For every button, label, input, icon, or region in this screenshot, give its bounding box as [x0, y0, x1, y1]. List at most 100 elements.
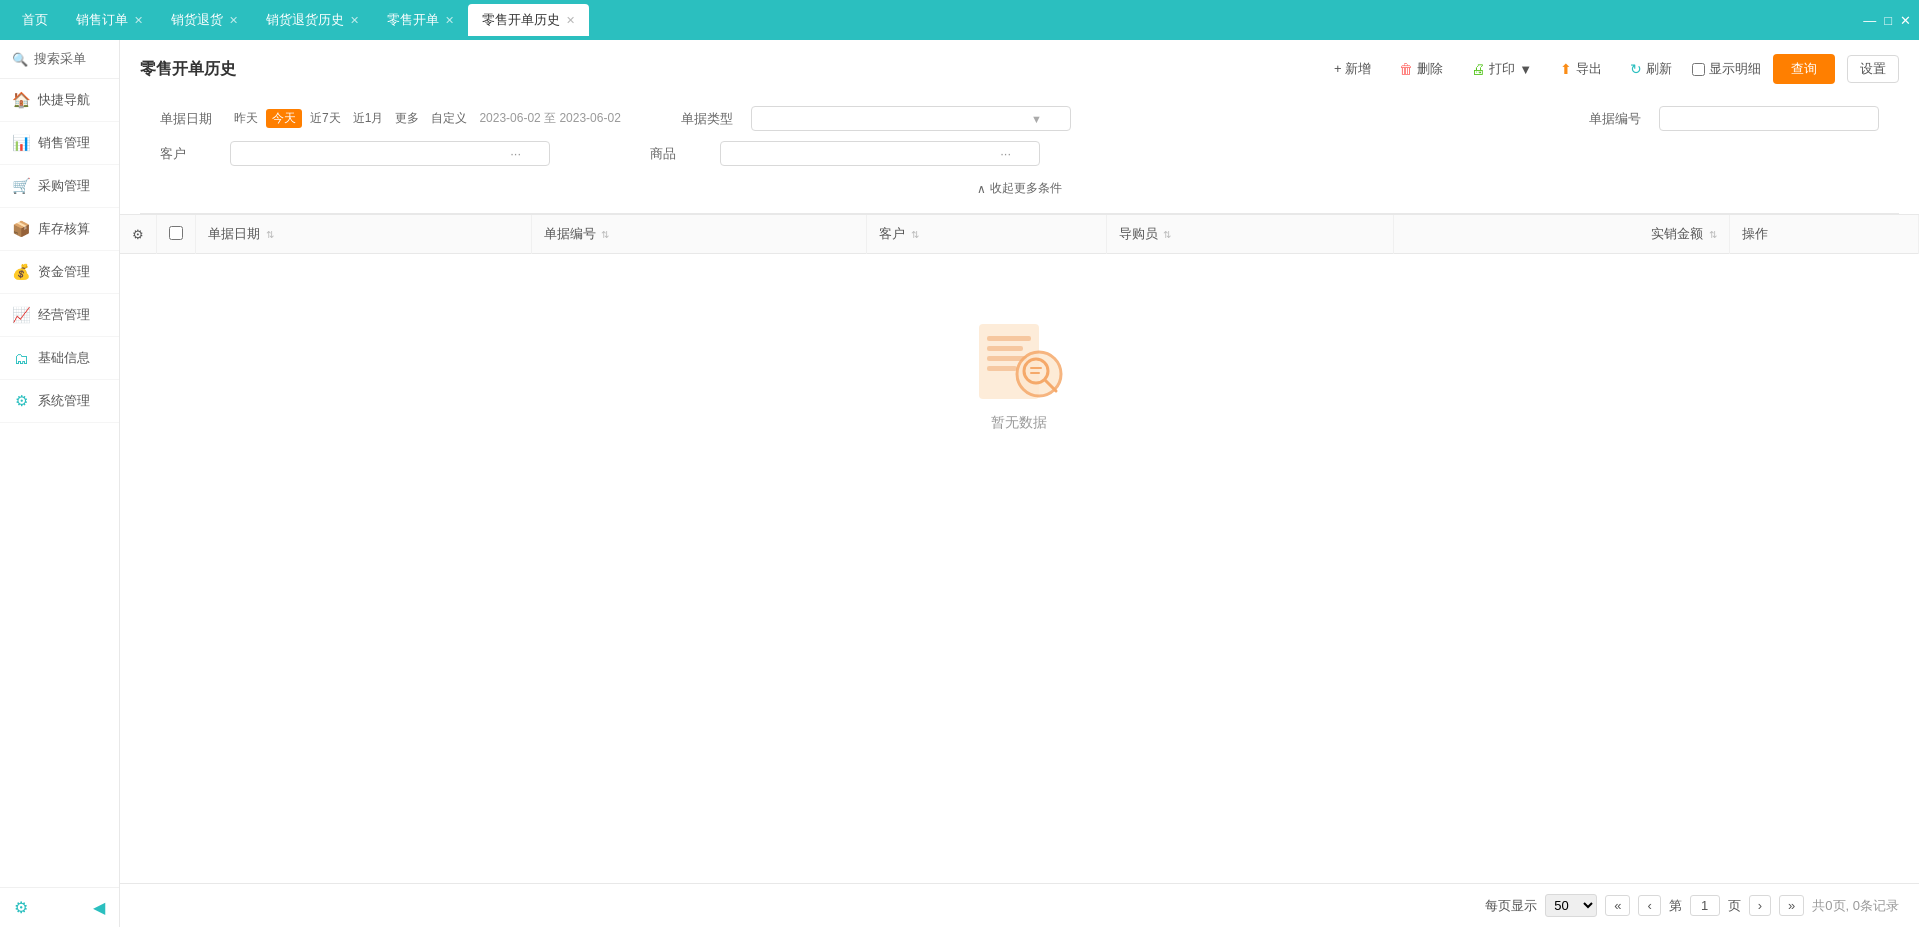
per-page-select[interactable]: 50 10 20 100	[1545, 894, 1597, 917]
shortcut-yesterday[interactable]: 昨天	[230, 109, 262, 128]
current-page: 1	[1690, 895, 1720, 916]
minimize-btn[interactable]: —	[1863, 13, 1876, 28]
empty-row: 暂无数据	[120, 254, 1919, 493]
cart-icon: 🛒	[12, 177, 30, 195]
tab-close-retail-open[interactable]: ✕	[445, 14, 454, 27]
print-icon: 🖨	[1471, 61, 1485, 77]
empty-text: 暂无数据	[991, 414, 1047, 432]
goods-select[interactable]: ···	[720, 141, 1040, 166]
home-icon: 🏠	[12, 91, 30, 109]
last-page-btn[interactable]: »	[1779, 895, 1804, 916]
setting-button[interactable]: 设置	[1847, 55, 1899, 83]
sort-salesperson-icon: ⇅	[1163, 229, 1171, 240]
page-label: 页	[1728, 897, 1741, 915]
refresh-button[interactable]: ↻ 刷新	[1622, 56, 1680, 82]
date-range: 2023-06-02 至 2023-06-02	[479, 110, 620, 127]
doc-type-select[interactable]: ▼	[751, 106, 1071, 131]
sidebar-item-base-info[interactable]: 🗂 基础信息	[0, 337, 119, 380]
chart-icon: 📊	[12, 134, 30, 152]
tab-close-retail-open-history[interactable]: ✕	[566, 14, 575, 27]
tab-sales-return-history[interactable]: 销货退货历史 ✕	[252, 4, 373, 36]
th-date[interactable]: 单据日期 ⇅	[196, 215, 532, 254]
gear-icon: ⚙	[12, 392, 30, 410]
shortcut-custom[interactable]: 自定义	[427, 109, 471, 128]
folder-icon: 🗂	[12, 350, 30, 367]
trending-icon: 📈	[12, 306, 30, 324]
shortcut-today[interactable]: 今天	[266, 109, 302, 128]
shortcut-last7[interactable]: 近7天	[306, 109, 345, 128]
tab-bar: 首页 销售订单 ✕ 销货退货 ✕ 销货退货历史 ✕ 零售开单 ✕ 零售开单历史 …	[0, 0, 1919, 40]
th-amount[interactable]: 实销金额 ⇅	[1394, 215, 1730, 254]
customer-ellipsis: ···	[510, 146, 521, 161]
doc-type-label: 单据类型	[681, 110, 751, 128]
table-header-row: ⚙ 单据日期 ⇅ 单据编号 ⇅	[120, 215, 1919, 254]
tab-close-sales-return-history[interactable]: ✕	[350, 14, 359, 27]
settings-bottom-icon[interactable]: ⚙	[14, 898, 28, 917]
tab-sales-order[interactable]: 销售订单 ✕	[62, 4, 157, 36]
doc-no-label: 单据编号	[1589, 110, 1659, 128]
sidebar-item-inventory[interactable]: 📦 库存核算	[0, 208, 119, 251]
export-button[interactable]: ⬆ 导出	[1552, 56, 1610, 82]
display-detail-checkbox[interactable]: 显示明细	[1692, 60, 1761, 78]
collapse-button[interactable]: ∧ 收起更多条件	[977, 180, 1062, 197]
th-settings[interactable]: ⚙	[120, 215, 157, 254]
sidebar-bottom: ⚙ ◀	[0, 887, 119, 927]
refresh-icon: ↻	[1630, 61, 1642, 77]
first-page-btn[interactable]: «	[1605, 895, 1630, 916]
delete-button[interactable]: 🗑 删除	[1391, 56, 1451, 82]
tab-sales-return[interactable]: 销货退货 ✕	[157, 4, 252, 36]
sort-amount-icon: ⇅	[1709, 229, 1717, 240]
page-title: 零售开单历史	[140, 59, 236, 80]
select-all-checkbox[interactable]	[169, 226, 183, 240]
sort-no-icon: ⇅	[601, 229, 609, 240]
filter-row-date: 单据日期 昨天 今天 近7天 近1月 更多 自定义 2023-06-02 至 2…	[160, 106, 1879, 131]
empty-state: 暂无数据	[120, 254, 1919, 492]
toolbar: + 新增 🗑 删除 🖨 打印 ▼ ⬆ 导出	[1326, 54, 1899, 84]
close-btn[interactable]: ✕	[1900, 13, 1911, 28]
th-customer[interactable]: 客户 ⇅	[867, 215, 1106, 254]
shortcut-more[interactable]: 更多	[391, 109, 423, 128]
maximize-btn[interactable]: □	[1884, 13, 1892, 28]
collapse-sidebar-icon[interactable]: ◀	[93, 898, 105, 917]
tab-home[interactable]: 首页	[8, 4, 62, 36]
th-no[interactable]: 单据编号 ⇅	[531, 215, 867, 254]
tab-retail-open[interactable]: 零售开单 ✕	[373, 4, 468, 36]
empty-illustration	[959, 314, 1079, 414]
chevron-down-icon: ▼	[1031, 113, 1042, 125]
sidebar-search[interactable]: 🔍 搜索采单	[0, 40, 119, 79]
filter-row-customer: 客户 ··· 商品 ···	[160, 141, 1879, 166]
table-settings-icon[interactable]: ⚙	[132, 227, 144, 242]
content-area: 零售开单历史 + 新增 🗑 删除 🖨 打印 ▼ ⬆	[120, 40, 1919, 927]
th-salesperson[interactable]: 导购员 ⇅	[1106, 215, 1394, 254]
sidebar-item-system[interactable]: ⚙ 系统管理	[0, 380, 119, 423]
sidebar-item-business[interactable]: 📈 经营管理	[0, 294, 119, 337]
page-header: 零售开单历史 + 新增 🗑 删除 🖨 打印 ▼ ⬆	[120, 40, 1919, 215]
tab-retail-open-history[interactable]: 零售开单历史 ✕	[468, 4, 589, 36]
filter-area: 单据日期 昨天 今天 近7天 近1月 更多 自定义 2023-06-02 至 2…	[140, 94, 1899, 214]
total-info: 共0页, 0条记录	[1812, 897, 1899, 915]
search-icon: 🔍	[12, 52, 28, 67]
next-page-btn[interactable]: ›	[1749, 895, 1771, 916]
sidebar-item-sales-mgmt[interactable]: 📊 销售管理	[0, 122, 119, 165]
prev-page-btn[interactable]: ‹	[1638, 895, 1660, 916]
pagination-bar: 每页显示 50 10 20 100 « ‹ 第 1 页 › » 共0页, 0条记…	[120, 883, 1919, 927]
th-checkbox[interactable]	[157, 215, 196, 254]
sidebar-item-finance[interactable]: 💰 资金管理	[0, 251, 119, 294]
money-icon: 💰	[12, 263, 30, 281]
customer-select[interactable]: ···	[230, 141, 550, 166]
tab-close-sales-return[interactable]: ✕	[229, 14, 238, 27]
main-layout: 🔍 搜索采单 🏠 快捷导航 📊 销售管理 🛒 采购管理 📦 库存核算 💰 资金管…	[0, 40, 1919, 927]
display-detail-input[interactable]	[1692, 63, 1705, 76]
tab-close-sales-order[interactable]: ✕	[134, 14, 143, 27]
goods-filter: 商品 ···	[650, 141, 1040, 166]
query-button[interactable]: 查询	[1773, 54, 1835, 84]
sidebar-item-quick-nav[interactable]: 🏠 快捷导航	[0, 79, 119, 122]
doc-no-input[interactable]	[1659, 106, 1879, 131]
shortcut-last1m[interactable]: 近1月	[349, 109, 388, 128]
add-button[interactable]: + 新增	[1326, 56, 1379, 82]
print-button[interactable]: 🖨 打印 ▼	[1463, 56, 1540, 82]
delete-icon: 🗑	[1399, 61, 1413, 77]
sidebar-item-purchase-mgmt[interactable]: 🛒 采购管理	[0, 165, 119, 208]
page-label-pre: 第	[1669, 897, 1682, 915]
th-action: 操作	[1730, 215, 1919, 254]
